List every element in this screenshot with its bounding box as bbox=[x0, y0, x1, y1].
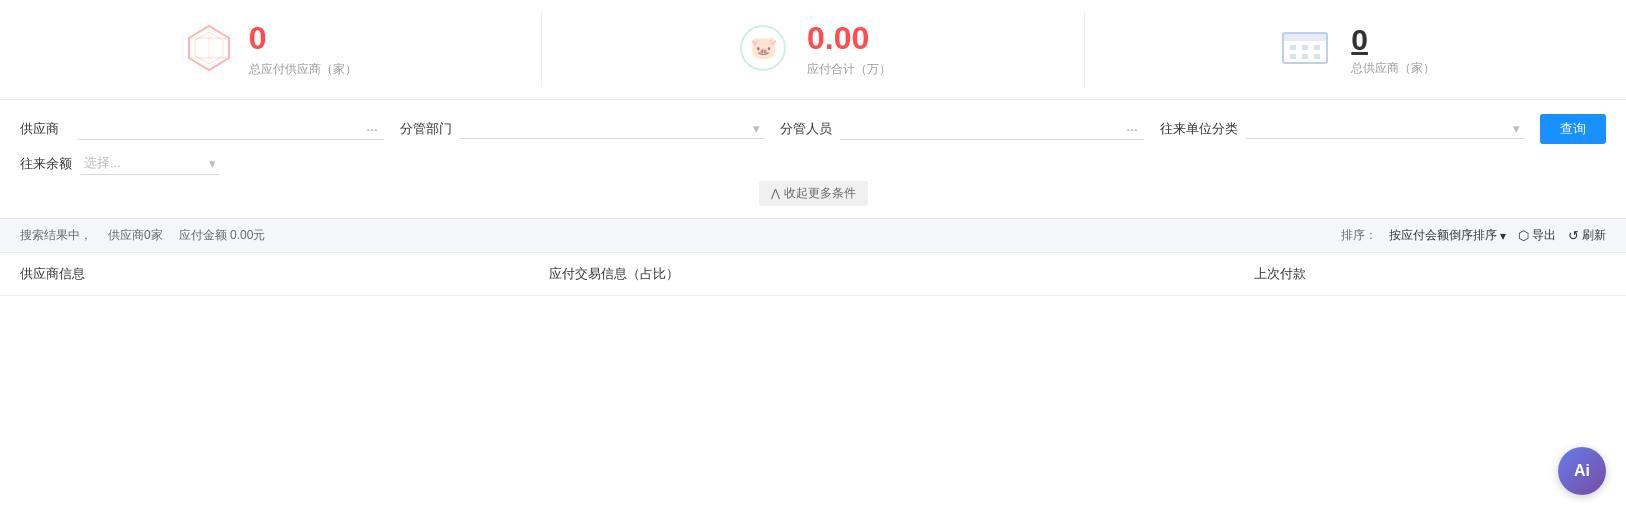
dept-dropdown[interactable]: ▾ bbox=[460, 119, 764, 139]
payable-total-number: 0.00 bbox=[807, 21, 869, 56]
payable-suppliers-label: 总应付供应商（家） bbox=[249, 61, 357, 78]
sort-label: 排序： bbox=[1341, 227, 1377, 244]
balance-field: 往来余额 选择... ▾ bbox=[20, 152, 220, 175]
sort-chevron-icon: ▾ bbox=[1500, 229, 1506, 243]
piggy-icon: 🐷 bbox=[735, 20, 791, 79]
result-actions: 排序： 按应付会额倒序排序 ▾ ⬡ 导出 ↺ 刷新 bbox=[1341, 227, 1606, 244]
svg-rect-8 bbox=[1283, 33, 1327, 41]
stat-payable-total: 🐷 快速录单的快捷键说明在这里 × 0.00 应付合计（万） bbox=[542, 12, 1084, 87]
collapse-up-icon: ⋀ bbox=[771, 187, 780, 200]
stat-payable-suppliers: 0 总应付供应商（家） bbox=[0, 12, 542, 87]
svg-rect-10 bbox=[1302, 45, 1308, 50]
payable-total-label: 应付合计（万） bbox=[807, 61, 891, 78]
dept-label: 分管部门 bbox=[400, 120, 452, 138]
refresh-icon: ↺ bbox=[1568, 228, 1579, 243]
supplier-more-dots[interactable]: ··· bbox=[364, 121, 380, 137]
category-dropdown[interactable]: ▾ bbox=[1246, 119, 1524, 139]
category-label: 往来单位分类 bbox=[1160, 120, 1238, 138]
supplier-label: 供应商 bbox=[20, 120, 70, 138]
svg-rect-12 bbox=[1290, 54, 1296, 59]
sort-value: 按应付会额倒序排序 bbox=[1389, 227, 1497, 244]
balance-placeholder: 选择... bbox=[84, 154, 121, 172]
th-last-payment: 上次付款 bbox=[1254, 265, 1606, 283]
svg-rect-14 bbox=[1314, 54, 1320, 59]
table-body bbox=[0, 296, 1626, 515]
person-input-wrap[interactable]: ··· bbox=[840, 119, 1144, 140]
refresh-label: 刷新 bbox=[1582, 227, 1606, 244]
result-info: 搜索结果中， 供应商0家 应付金额 0.00元 bbox=[20, 227, 265, 244]
person-more-dots[interactable]: ··· bbox=[1124, 121, 1140, 137]
total-suppliers-label: 总供应商（家） bbox=[1351, 60, 1435, 77]
top-stats-bar: 0 总应付供应商（家） 🐷 快速录单的快捷键说明在这里 × bbox=[0, 0, 1626, 100]
balance-chevron-icon: ▾ bbox=[209, 156, 216, 171]
supplier-input-wrap[interactable]: ··· bbox=[78, 119, 384, 140]
supplier-count: 供应商0家 bbox=[108, 227, 163, 244]
dept-field: 分管部门 ▾ bbox=[400, 119, 764, 139]
refresh-button[interactable]: ↺ 刷新 bbox=[1568, 227, 1606, 244]
search-bar: 供应商 ··· 分管部门 ▾ 分管人员 ··· 往来单位分类 bbox=[0, 100, 1626, 219]
payable-suppliers-number: 0 bbox=[249, 21, 267, 56]
ai-label: Ai bbox=[1574, 462, 1590, 480]
category-field: 往来单位分类 ▾ bbox=[1160, 119, 1524, 139]
result-bar: 搜索结果中， 供应商0家 应付金额 0.00元 排序： 按应付会额倒序排序 ▾ … bbox=[0, 219, 1626, 253]
table-header: 供应商信息 应付交易信息（占比） 上次付款 bbox=[0, 253, 1626, 296]
supplier-input[interactable] bbox=[82, 121, 364, 136]
svg-rect-9 bbox=[1290, 45, 1296, 50]
person-field: 分管人员 ··· bbox=[780, 119, 1144, 140]
total-suppliers-number: 0 bbox=[1351, 23, 1368, 56]
search-result-label: 搜索结果中， bbox=[20, 227, 92, 244]
person-input[interactable] bbox=[844, 121, 1124, 136]
stat-total-suppliers: 0 总供应商（家） bbox=[1085, 12, 1626, 87]
export-label: 导出 bbox=[1532, 227, 1556, 244]
export-button[interactable]: ⬡ 导出 bbox=[1518, 227, 1556, 244]
supplier-field: 供应商 ··· bbox=[20, 119, 384, 140]
query-button[interactable]: 查询 bbox=[1540, 114, 1606, 144]
amount-label: 应付金额 0.00元 bbox=[179, 227, 266, 244]
svg-text:🐷: 🐷 bbox=[749, 34, 777, 61]
sort-dropdown[interactable]: 按应付会额倒序排序 ▾ bbox=[1389, 227, 1506, 244]
collapse-button[interactable]: ⋀ 收起更多条件 bbox=[759, 181, 868, 206]
search-row-1: 供应商 ··· 分管部门 ▾ 分管人员 ··· 往来单位分类 bbox=[20, 114, 1606, 144]
balance-dropdown[interactable]: 选择... ▾ bbox=[80, 152, 220, 175]
collapse-row: ⋀ 收起更多条件 bbox=[20, 175, 1606, 210]
collapse-label: 收起更多条件 bbox=[784, 185, 856, 202]
person-label: 分管人员 bbox=[780, 120, 832, 138]
svg-rect-13 bbox=[1302, 54, 1308, 59]
svg-rect-11 bbox=[1314, 45, 1320, 50]
dept-chevron-icon: ▾ bbox=[753, 121, 760, 136]
building-icon bbox=[1275, 23, 1335, 76]
diamond-icon bbox=[185, 24, 233, 75]
export-icon: ⬡ bbox=[1518, 228, 1529, 243]
table-container: 供应商信息 应付交易信息（占比） 上次付款 bbox=[0, 253, 1626, 515]
balance-label: 往来余额 bbox=[20, 155, 72, 173]
ai-badge[interactable]: Ai bbox=[1558, 447, 1606, 495]
th-supplier-info: 供应商信息 bbox=[20, 265, 549, 283]
search-row-2: 往来余额 选择... ▾ bbox=[20, 152, 1606, 175]
th-payable-info: 应付交易信息（占比） bbox=[549, 265, 1254, 283]
category-chevron-icon: ▾ bbox=[1513, 121, 1520, 136]
